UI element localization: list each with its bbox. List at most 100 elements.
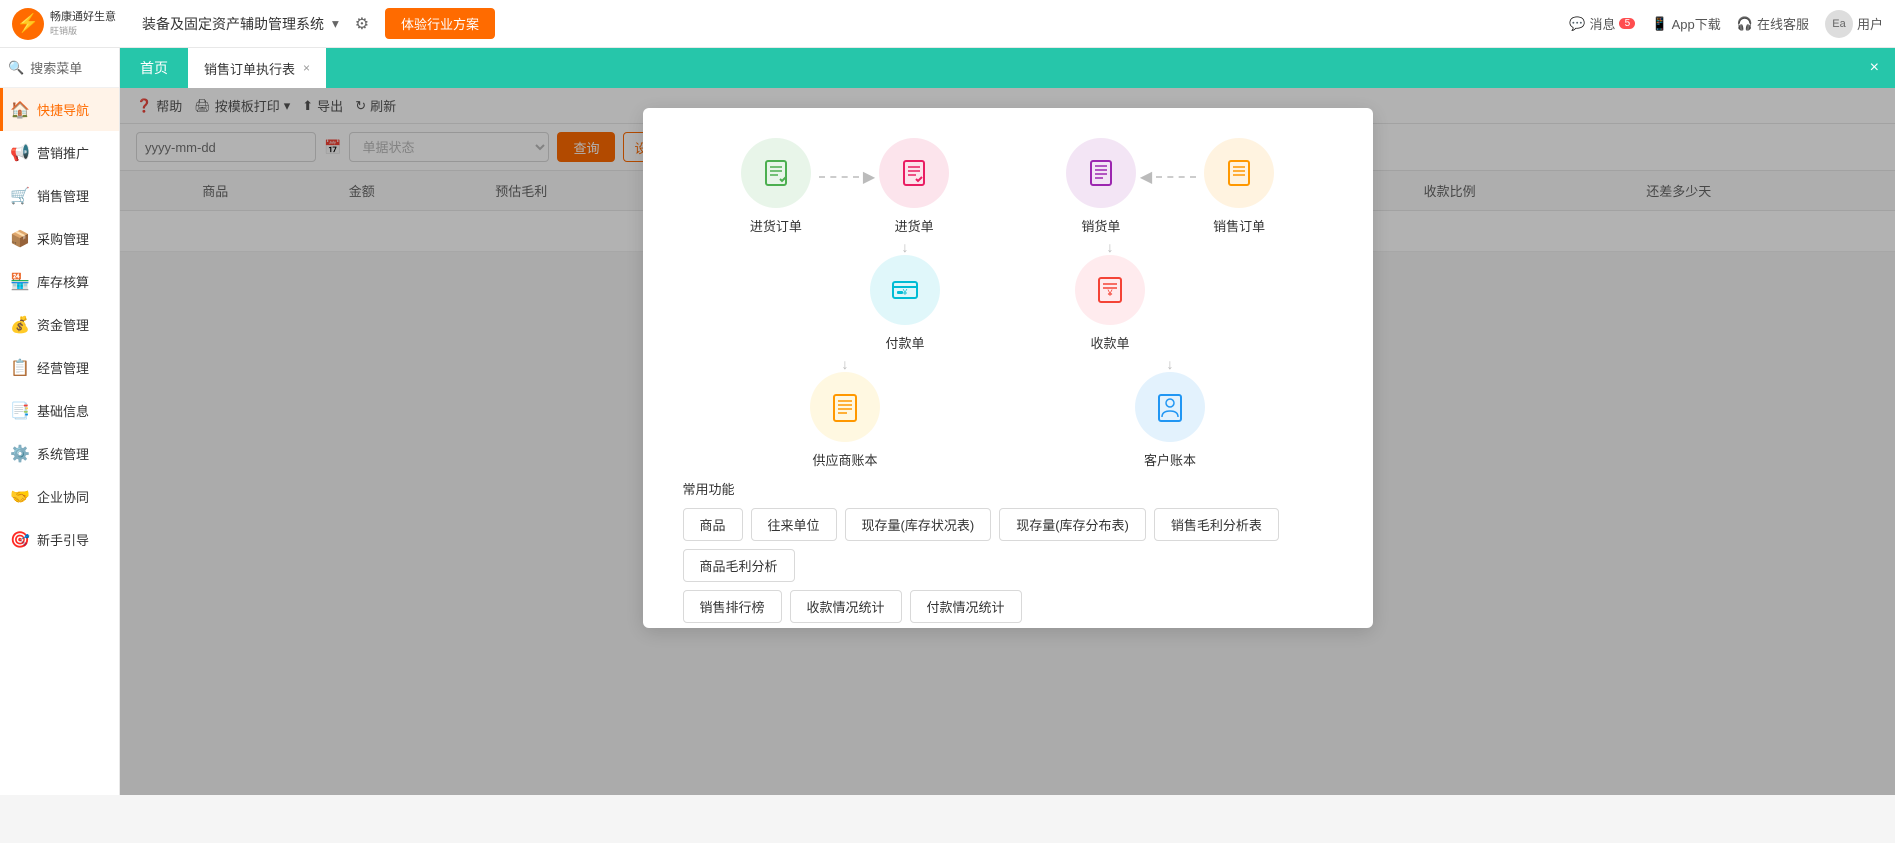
sidebar-item-inventory[interactable]: 🏪 库存核算	[0, 260, 119, 303]
search-menu-label: 搜索菜单	[30, 58, 82, 77]
tab-close-btn[interactable]: ×	[303, 61, 310, 75]
sidebar-label-purchase: 采购管理	[37, 229, 89, 248]
settings-btn[interactable]: ⚙	[355, 14, 369, 34]
search-icon: 🔍	[8, 60, 24, 76]
func-stock-status-btn[interactable]: 现存量(库存状况表)	[845, 508, 992, 541]
system-title: 装备及固定资产辅助管理系统 ▾ ⚙ 体验行业方案	[142, 8, 1569, 39]
func-sales-margin-btn[interactable]: 销售毛利分析表	[1154, 508, 1279, 541]
sales-icon: 🛒	[11, 187, 29, 205]
func-stock-dist-btn[interactable]: 现存量(库存分布表)	[999, 508, 1146, 541]
content-area: ❓ 帮助 🖨 按模板打印 ▾ ⬆ 导出 ↻ 刷新 📅 单据状态	[120, 88, 1895, 795]
sidebar-label-inventory: 库存核算	[37, 272, 89, 291]
logo-icon: ⚡	[12, 8, 44, 40]
func-sales-rank-btn[interactable]: 销售排行榜	[683, 590, 782, 623]
payment-bill-label: 付款单	[885, 333, 924, 352]
sidebar-item-enterprise[interactable]: 🤝 企业协同	[0, 475, 119, 518]
supplier-account-icon	[810, 372, 880, 442]
sidebar-item-newbie[interactable]: 🎯 新手引导	[0, 518, 119, 561]
sidebar-item-system[interactable]: ⚙️ 系统管理	[0, 432, 119, 475]
purchase-bill-label: 进货单	[895, 216, 934, 235]
trial-btn[interactable]: 体验行业方案	[385, 8, 495, 39]
supplier-account-node: 供应商账本	[810, 372, 880, 469]
sidebar-item-operation[interactable]: 📋 经营管理	[0, 346, 119, 389]
logo-sub: 旺销版	[50, 24, 116, 37]
purchase-icon: 📦	[11, 230, 29, 248]
tab-bar: 首页 销售订单执行表 × ×	[120, 48, 1895, 88]
purchase-order-node: 进货订单	[741, 138, 811, 235]
sales-bill-label: 销货单	[1081, 216, 1120, 235]
sidebar-item-purchase[interactable]: 📦 采购管理	[0, 217, 119, 260]
main-content: 首页 销售订单执行表 × × ❓ 帮助 🖨 按模板打印 ▾ ⬆ 导出	[120, 48, 1895, 795]
sales-bill-icon	[1066, 138, 1136, 208]
app-download-btn[interactable]: 📱 App下载	[1651, 14, 1720, 33]
tab-sales-order[interactable]: 销售订单执行表 ×	[188, 48, 326, 88]
user-name-label: 用户	[1857, 14, 1883, 33]
purchase-order-icon	[741, 138, 811, 208]
logo-area: ⚡ 畅康通好生意 旺销版	[12, 8, 132, 40]
func-payment-stats-btn[interactable]: 付款情况统计	[910, 590, 1022, 623]
sidebar-item-sales[interactable]: 🛒 销售管理	[0, 174, 119, 217]
supplier-account-label: 供应商账本	[812, 450, 877, 469]
phone-icon: 📱	[1651, 16, 1667, 32]
system-dropdown-btn[interactable]: ▾	[332, 16, 339, 32]
receipt-bill-label: 收款单	[1090, 333, 1129, 352]
sidebar-item-quick-nav[interactable]: 🏠 快捷导航	[0, 88, 119, 131]
func-goods-margin-btn[interactable]: 商品毛利分析	[683, 549, 795, 582]
headset-icon: 🎧	[1737, 16, 1753, 32]
func-goods-btn[interactable]: 商品	[683, 508, 743, 541]
tab-home[interactable]: 首页	[120, 48, 188, 88]
user-area[interactable]: Ea 用户	[1825, 10, 1883, 38]
search-menu-btn[interactable]: 🔍 搜索菜单	[0, 48, 119, 88]
customer-account-label: 客户账本	[1144, 450, 1196, 469]
finance-icon: 💰	[11, 316, 29, 334]
func-units-btn[interactable]: 往来单位	[751, 508, 837, 541]
common-title: 常用功能	[683, 479, 1333, 498]
sidebar-label-marketing: 营销推广	[37, 143, 89, 162]
tab-bar-close-btn[interactable]: ×	[1854, 59, 1895, 77]
svg-text:¥: ¥	[1106, 288, 1113, 298]
sidebar-item-marketing[interactable]: 📢 营销推广	[0, 131, 119, 174]
sidebar-item-basic[interactable]: 📑 基础信息	[0, 389, 119, 432]
app-download-label: App下载	[1672, 14, 1721, 33]
tab-active-label: 销售订单执行表	[204, 59, 295, 78]
sidebar-label-finance: 资金管理	[37, 315, 89, 334]
sales-order-icon	[1204, 138, 1274, 208]
message-badge: 5	[1619, 18, 1635, 29]
payment-bill-icon: ¥	[870, 255, 940, 325]
func-receipt-stats-btn[interactable]: 收款情况统计	[790, 590, 902, 623]
sidebar-label-enterprise: 企业协同	[37, 487, 89, 506]
sales-bill-node: 销货单	[1066, 138, 1136, 235]
customer-account-icon	[1135, 372, 1205, 442]
top-right-area: 💬 消息 5 📱 App下载 🎧 在线客服 Ea 用户	[1569, 10, 1883, 38]
receipt-bill-icon: ¥	[1075, 255, 1145, 325]
modal-overlay: 进货订单 ▶ 进货单	[120, 88, 1895, 795]
message-btn[interactable]: 💬 消息 5	[1569, 14, 1635, 33]
avatar: Ea	[1825, 10, 1853, 38]
newbie-icon: 🎯	[11, 531, 29, 549]
top-bar: ⚡ 畅康通好生意 旺销版 装备及固定资产辅助管理系统 ▾ ⚙ 体验行业方案 💬 …	[0, 0, 1895, 48]
marketing-icon: 📢	[11, 144, 29, 162]
home-icon: 🏠	[11, 101, 29, 119]
sidebar-label-sales: 销售管理	[37, 186, 89, 205]
purchase-order-label: 进货订单	[750, 216, 802, 235]
logo-text: 畅康通好生意	[50, 10, 116, 24]
modal-dialog: 进货订单 ▶ 进货单	[643, 108, 1373, 628]
sidebar-label-system: 系统管理	[37, 444, 89, 463]
message-icon: 💬	[1569, 16, 1585, 32]
enterprise-icon: 🤝	[11, 488, 29, 506]
sales-order-label: 销售订单	[1213, 216, 1265, 235]
online-service-label: 在线客服	[1757, 14, 1809, 33]
customer-account-node: 客户账本	[1135, 372, 1205, 469]
system-name-label: 装备及固定资产辅助管理系统	[142, 14, 324, 34]
function-buttons-row2: 销售排行榜 收款情况统计 付款情况统计	[683, 590, 1333, 623]
modal-body: 进货订单 ▶ 进货单	[643, 108, 1373, 628]
tab-home-label: 首页	[140, 58, 168, 78]
purchase-bill-icon	[879, 138, 949, 208]
function-buttons-row1: 商品 往来单位 现存量(库存状况表) 现存量(库存分布表) 销售毛利分析表 商品…	[683, 508, 1333, 582]
sidebar-item-finance[interactable]: 💰 资金管理	[0, 303, 119, 346]
sidebar: 🔍 搜索菜单 🏠 快捷导航 📢 营销推广 🛒 销售管理 📦 采购管理 🏪 库存核…	[0, 48, 120, 795]
system-icon: ⚙️	[11, 445, 29, 463]
common-functions: 常用功能 商品 往来单位 现存量(库存状况表) 现存量(库存分布表) 销售毛利分…	[683, 479, 1333, 623]
operation-icon: 📋	[11, 359, 29, 377]
online-service-btn[interactable]: 🎧 在线客服	[1737, 14, 1809, 33]
